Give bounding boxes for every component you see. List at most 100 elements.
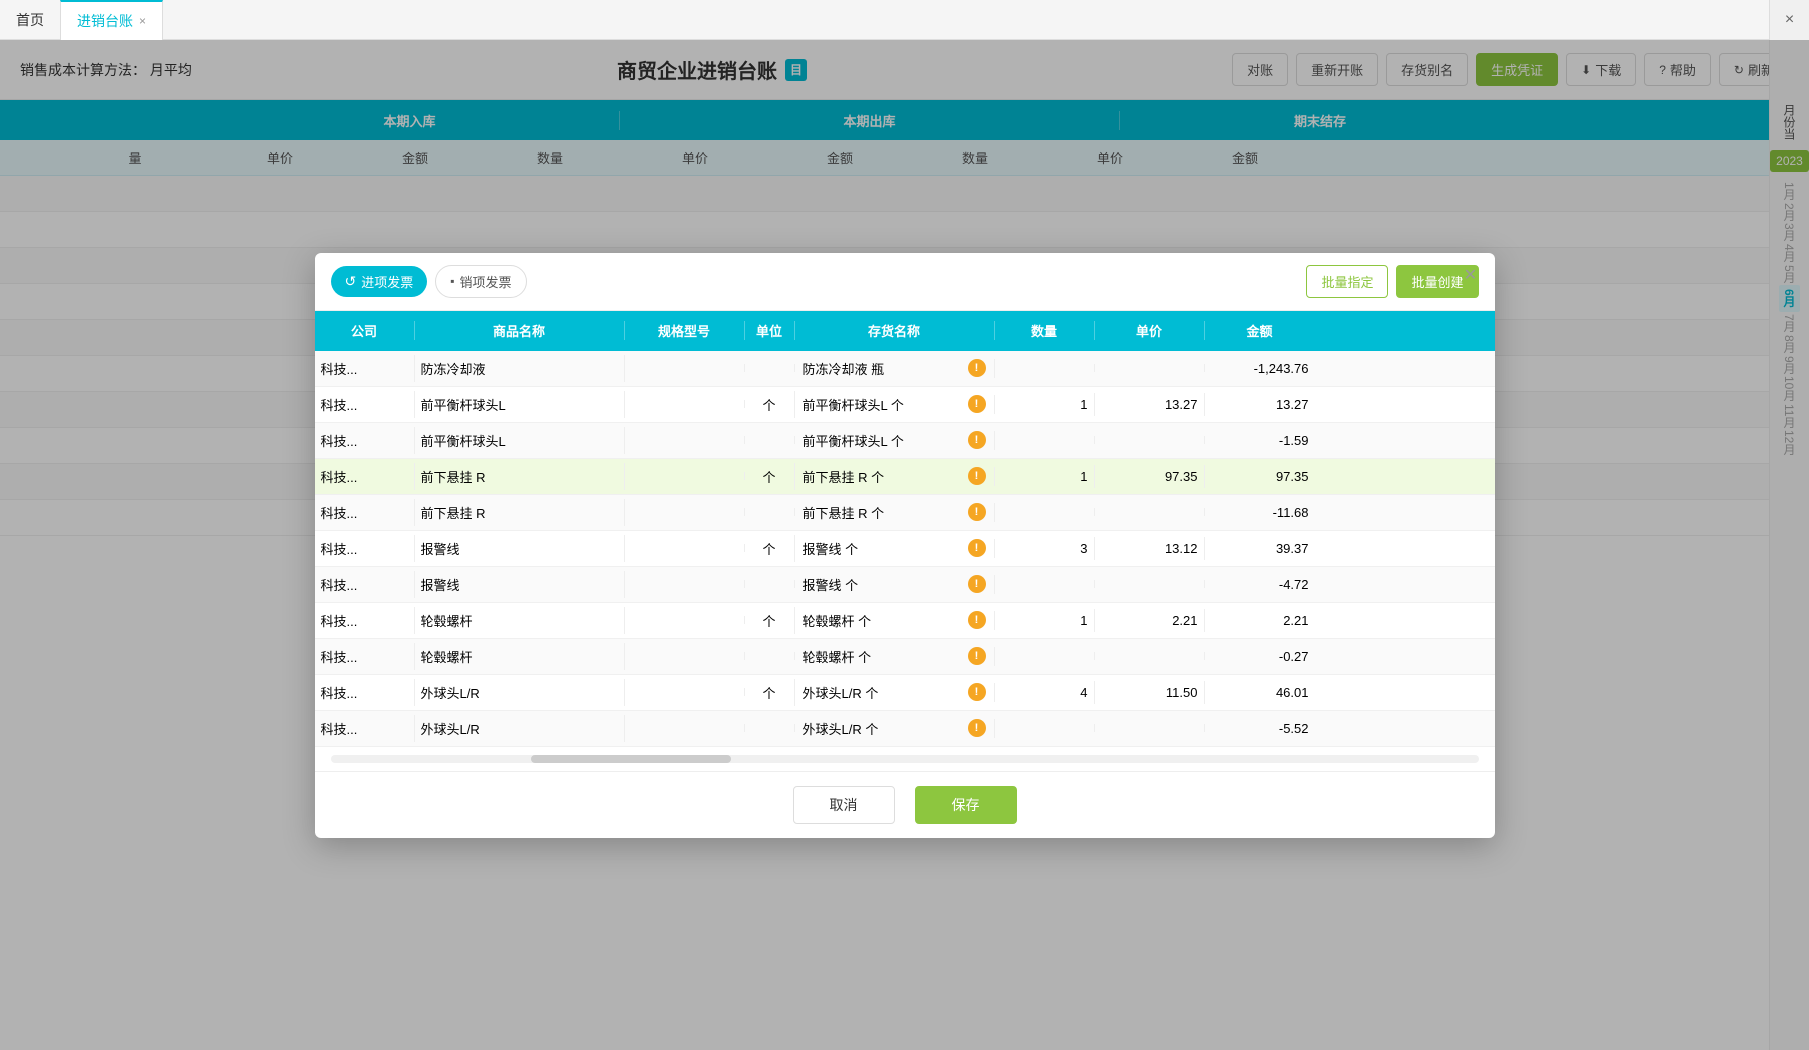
warning-icon: ! [968, 431, 986, 449]
td-amount: -11.68 [1205, 501, 1315, 524]
close-all-button[interactable]: × [1769, 0, 1809, 40]
td-amount: 13.27 [1205, 393, 1315, 416]
close-x-icon: ✕ [1464, 265, 1477, 285]
td-spec [625, 580, 745, 588]
td-unit [745, 508, 795, 516]
td-price: 2.21 [1095, 609, 1205, 632]
tab-close-icon[interactable]: × [139, 14, 146, 28]
td-qty: 1 [995, 393, 1095, 416]
warning-icon: ! [968, 611, 986, 629]
stock-name-text: 防冻冷却液 瓶 [803, 359, 885, 378]
incoming-tab-icon: ↺ [345, 273, 357, 290]
batch-assign-button[interactable]: 批量指定 [1306, 265, 1388, 298]
cancel-button[interactable]: 取消 [793, 786, 895, 824]
table-row: 科技... 报警线 个 报警线 个 ! 3 13.12 39.37 [315, 531, 1495, 567]
td-company: 科技... [315, 463, 415, 490]
table-body: 科技... 防冻冷却液 防冻冷却液 瓶 ! -1,243.76 科技... 前平… [315, 351, 1495, 747]
td-price: 97.35 [1095, 465, 1205, 488]
td-stock: 轮毂螺杆 个 ! [795, 647, 995, 666]
stock-name-text: 报警线 个 [803, 575, 859, 594]
th-qty: 数量 [995, 321, 1095, 340]
th-company: 公司 [315, 321, 415, 340]
table-row: 科技... 前平衡杆球头L 个 前平衡杆球头L 个 ! 1 13.27 13.2… [315, 387, 1495, 423]
td-stock: 外球头L/R 个 ! [795, 683, 995, 702]
nav-tab-ledger[interactable]: 进销台账 × [60, 0, 163, 40]
td-company: 科技... [315, 427, 415, 454]
td-spec [625, 724, 745, 732]
th-spec: 规格型号 [625, 321, 745, 340]
horizontal-scrollbar-container[interactable] [315, 747, 1495, 771]
td-product: 报警线 [415, 571, 625, 598]
td-spec [625, 652, 745, 660]
td-product: 外球头L/R [415, 715, 625, 742]
td-qty: 4 [995, 681, 1095, 704]
modal-header: ↺ 进项发票 ▪ 销项发票 批量指定 批量创建 ✕ [315, 253, 1495, 311]
td-stock: 前平衡杆球头L 个 ! [795, 431, 995, 450]
incoming-tab-label: 进项发票 [361, 272, 413, 291]
home-tab-label: 首页 [16, 10, 44, 30]
scrollbar-thumb[interactable] [531, 755, 731, 763]
td-amount: -4.72 [1205, 573, 1315, 596]
td-company: 科技... [315, 607, 415, 634]
td-spec [625, 616, 745, 624]
nav-tab-home[interactable]: 首页 [0, 0, 60, 40]
td-product: 外球头L/R [415, 679, 625, 706]
outgoing-tab-label: 销项发票 [460, 272, 512, 291]
td-amount: 39.37 [1205, 537, 1315, 560]
td-amount: 46.01 [1205, 681, 1315, 704]
save-label: 保存 [952, 797, 980, 813]
td-company: 科技... [315, 571, 415, 598]
td-unit: 个 [745, 607, 795, 634]
modal-overlay: ↺ 进项发票 ▪ 销项发票 批量指定 批量创建 ✕ [0, 40, 1809, 1050]
td-unit [745, 436, 795, 444]
stock-name-text: 前平衡杆球头L 个 [803, 431, 904, 450]
td-spec [625, 544, 745, 552]
save-button[interactable]: 保存 [915, 786, 1017, 824]
td-stock: 防冻冷却液 瓶 ! [795, 359, 995, 378]
th-unit: 单位 [745, 321, 795, 340]
table-header-row: 公司 商品名称 规格型号 单位 存货名称 数量 单价 金额 [315, 311, 1495, 351]
modal-table: 公司 商品名称 规格型号 单位 存货名称 数量 单价 金额 科技... 防冻冷却… [315, 311, 1495, 747]
td-price [1095, 724, 1205, 732]
table-row: 科技... 前平衡杆球头L 前平衡杆球头L 个 ! -1.59 [315, 423, 1495, 459]
table-row: 科技... 前下悬挂 R 个 前下悬挂 R 个 ! 1 97.35 97.35 [315, 459, 1495, 495]
td-stock: 前下悬挂 R 个 ! [795, 503, 995, 522]
modal-dialog: ↺ 进项发票 ▪ 销项发票 批量指定 批量创建 ✕ [315, 253, 1495, 838]
incoming-invoice-tab[interactable]: ↺ 进项发票 [331, 266, 428, 297]
table-row: 科技... 外球头L/R 个 外球头L/R 个 ! 4 11.50 46.01 [315, 675, 1495, 711]
stock-name-text: 前下悬挂 R 个 [803, 467, 885, 486]
td-qty [995, 652, 1095, 660]
batch-create-label: 批量创建 [1411, 275, 1463, 290]
td-product: 轮毂螺杆 [415, 643, 625, 670]
outgoing-invoice-tab[interactable]: ▪ 销项发票 [435, 265, 526, 298]
warning-icon: ! [968, 467, 986, 485]
stock-name-text: 前平衡杆球头L 个 [803, 395, 904, 414]
td-qty [995, 724, 1095, 732]
td-amount: -0.27 [1205, 645, 1315, 668]
th-price: 单价 [1095, 321, 1205, 340]
warning-icon: ! [968, 359, 986, 377]
batch-assign-label: 批量指定 [1321, 275, 1373, 290]
warning-icon: ! [968, 503, 986, 521]
td-qty: 1 [995, 609, 1095, 632]
td-product: 轮毂螺杆 [415, 607, 625, 634]
td-spec [625, 436, 745, 444]
table-row: 科技... 报警线 报警线 个 ! -4.72 [315, 567, 1495, 603]
td-product: 前平衡杆球头L [415, 391, 625, 418]
td-price [1095, 580, 1205, 588]
horizontal-scrollbar[interactable] [331, 755, 1479, 763]
td-amount: -5.52 [1205, 717, 1315, 740]
th-amount: 金额 [1205, 321, 1315, 340]
close-all-icon: × [1785, 11, 1794, 29]
modal-actions: 批量指定 批量创建 [1306, 265, 1478, 298]
td-company: 科技... [315, 499, 415, 526]
td-unit: 个 [745, 463, 795, 490]
td-spec [625, 364, 745, 372]
modal-footer: 取消 保存 [315, 771, 1495, 838]
td-unit: 个 [745, 679, 795, 706]
stock-name-text: 外球头L/R 个 [803, 683, 879, 702]
modal-close-button[interactable]: ✕ [1459, 263, 1483, 287]
td-company: 科技... [315, 643, 415, 670]
top-nav: 首页 进销台账 × × [0, 0, 1809, 40]
table-row: 科技... 轮毂螺杆 个 轮毂螺杆 个 ! 1 2.21 2.21 [315, 603, 1495, 639]
